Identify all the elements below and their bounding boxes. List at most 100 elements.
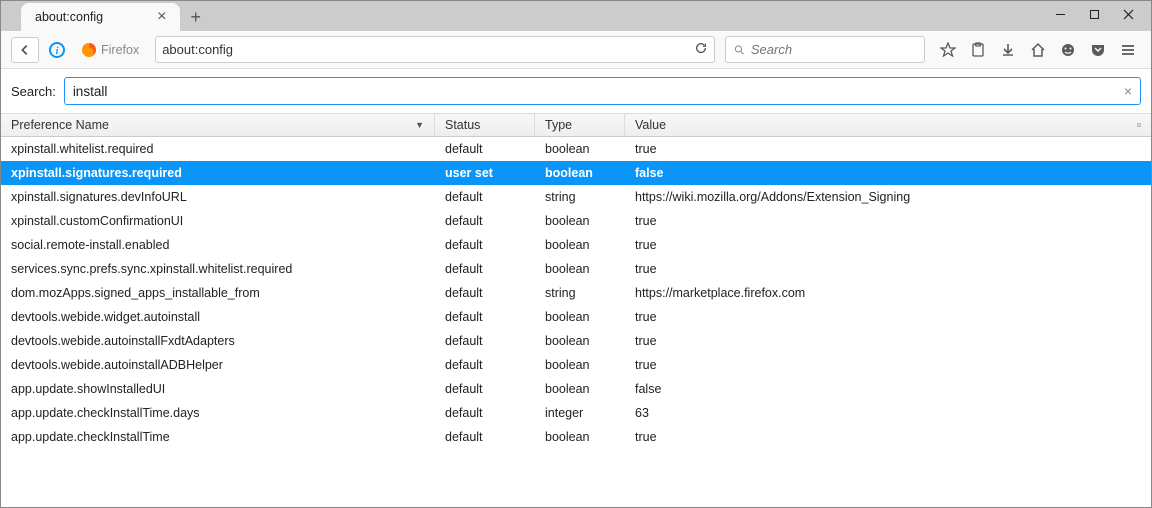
search-label: Search: [11, 84, 56, 99]
cell-type: string [535, 190, 625, 204]
cell-name: xpinstall.signatures.devInfoURL [1, 190, 435, 204]
col-pref-name[interactable]: Preference Name ▼ [1, 114, 435, 136]
cell-type: integer [535, 406, 625, 420]
cell-type: boolean [535, 334, 625, 348]
window-controls [1043, 3, 1145, 25]
cell-value: https://marketplace.firefox.com [625, 286, 1151, 300]
cell-name: xpinstall.customConfirmationUI [1, 214, 435, 228]
cell-value: true [625, 238, 1151, 252]
firefox-logo-icon [81, 42, 97, 58]
cell-value: true [625, 310, 1151, 324]
cell-type: boolean [535, 382, 625, 396]
smiley-icon[interactable] [1059, 41, 1077, 59]
browser-tab[interactable]: about:config × [21, 3, 180, 31]
cell-value: true [625, 262, 1151, 276]
search-bar[interactable] [725, 36, 925, 63]
cell-value: true [625, 430, 1151, 444]
col-value[interactable]: Value [625, 114, 1127, 136]
table-row[interactable]: social.remote-install.enableddefaultbool… [1, 233, 1151, 257]
cell-name: social.remote-install.enabled [1, 238, 435, 252]
clipboard-icon[interactable] [969, 41, 987, 59]
clear-search-icon[interactable]: × [1124, 83, 1132, 99]
cell-value: true [625, 358, 1151, 372]
cell-name: devtools.webide.autoinstallFxdtAdapters [1, 334, 435, 348]
svg-text:i: i [56, 46, 59, 57]
url-bar[interactable]: about:config [155, 36, 715, 63]
cell-name: services.sync.prefs.sync.xpinstall.white… [1, 262, 435, 276]
identity-icon[interactable]: i [43, 37, 71, 63]
col-status[interactable]: Status [435, 114, 535, 136]
cell-status: default [435, 286, 535, 300]
pocket-icon[interactable] [1089, 41, 1107, 59]
new-tab-button[interactable]: + [180, 3, 211, 31]
col-type[interactable]: Type [535, 114, 625, 136]
cell-status: default [435, 262, 535, 276]
cell-status: default [435, 430, 535, 444]
cell-name: devtools.webide.autoinstallADBHelper [1, 358, 435, 372]
home-icon[interactable] [1029, 41, 1047, 59]
url-text: about:config [162, 42, 694, 57]
nav-toolbar: i Firefox about:config [1, 31, 1151, 69]
table-row[interactable]: app.update.showInstalledUIdefaultboolean… [1, 377, 1151, 401]
cell-status: user set [435, 166, 535, 180]
sort-arrow-icon: ▼ [415, 120, 424, 130]
cell-type: boolean [535, 262, 625, 276]
table-row[interactable]: app.update.checkInstallTime.daysdefaulti… [1, 401, 1151, 425]
table-row[interactable]: app.update.checkInstallTimedefaultboolea… [1, 425, 1151, 449]
cell-status: default [435, 382, 535, 396]
cell-status: default [435, 190, 535, 204]
cell-type: string [535, 286, 625, 300]
reload-icon[interactable] [694, 41, 708, 58]
cell-type: boolean [535, 358, 625, 372]
cell-type: boolean [535, 430, 625, 444]
brand-label: Firefox [101, 43, 139, 57]
table-row[interactable]: xpinstall.signatures.requireduser setboo… [1, 161, 1151, 185]
cell-type: boolean [535, 214, 625, 228]
search-icon [734, 44, 745, 56]
cell-name: app.update.checkInstallTime.days [1, 406, 435, 420]
pref-search-input-wrap[interactable]: × [64, 77, 1141, 105]
table-row[interactable]: xpinstall.customConfirmationUIdefaultboo… [1, 209, 1151, 233]
cell-value: https://wiki.mozilla.org/Addons/Extensio… [625, 190, 1151, 204]
cell-type: boolean [535, 166, 625, 180]
cell-name: xpinstall.signatures.required [1, 166, 435, 180]
cell-type: boolean [535, 310, 625, 324]
table-row[interactable]: devtools.webide.autoinstallADBHelperdefa… [1, 353, 1151, 377]
cell-value: false [625, 166, 1151, 180]
bookmark-star-icon[interactable] [939, 41, 957, 59]
cell-type: boolean [535, 238, 625, 252]
cell-name: app.update.checkInstallTime [1, 430, 435, 444]
tab-title: about:config [35, 10, 103, 24]
table-row[interactable]: services.sync.prefs.sync.xpinstall.white… [1, 257, 1151, 281]
cell-status: default [435, 214, 535, 228]
table-row[interactable]: devtools.webide.widget.autoinstalldefaul… [1, 305, 1151, 329]
table-row[interactable]: dom.mozApps.signed_apps_installable_from… [1, 281, 1151, 305]
cell-status: default [435, 310, 535, 324]
cell-value: 63 [625, 406, 1151, 420]
cell-status: default [435, 142, 535, 156]
back-button[interactable] [11, 37, 39, 63]
cell-status: default [435, 406, 535, 420]
titlebar: about:config × + [1, 1, 1151, 31]
downloads-icon[interactable] [999, 41, 1017, 59]
table-row[interactable]: xpinstall.whitelist.requireddefaultboole… [1, 137, 1151, 161]
cell-value: true [625, 334, 1151, 348]
minimize-button[interactable] [1043, 3, 1077, 25]
pref-search-row: Search: × [1, 69, 1151, 113]
cell-name: dom.mozApps.signed_apps_installable_from [1, 286, 435, 300]
close-button[interactable] [1111, 3, 1145, 25]
cell-status: default [435, 238, 535, 252]
menu-icon[interactable] [1119, 41, 1137, 59]
cell-name: devtools.webide.widget.autoinstall [1, 310, 435, 324]
cell-value: true [625, 214, 1151, 228]
cell-name: app.update.showInstalledUI [1, 382, 435, 396]
col-picker-icon[interactable] [1127, 114, 1151, 136]
table-row[interactable]: xpinstall.signatures.devInfoURLdefaultst… [1, 185, 1151, 209]
table-row[interactable]: devtools.webide.autoinstallFxdtAdaptersd… [1, 329, 1151, 353]
searchbar-input[interactable] [751, 42, 916, 57]
pref-search-input[interactable] [73, 84, 1124, 99]
firefox-brand: Firefox [75, 42, 145, 58]
maximize-button[interactable] [1077, 3, 1111, 25]
tab-close-icon[interactable]: × [153, 9, 170, 25]
table-header: Preference Name ▼ Status Type Value [1, 113, 1151, 137]
